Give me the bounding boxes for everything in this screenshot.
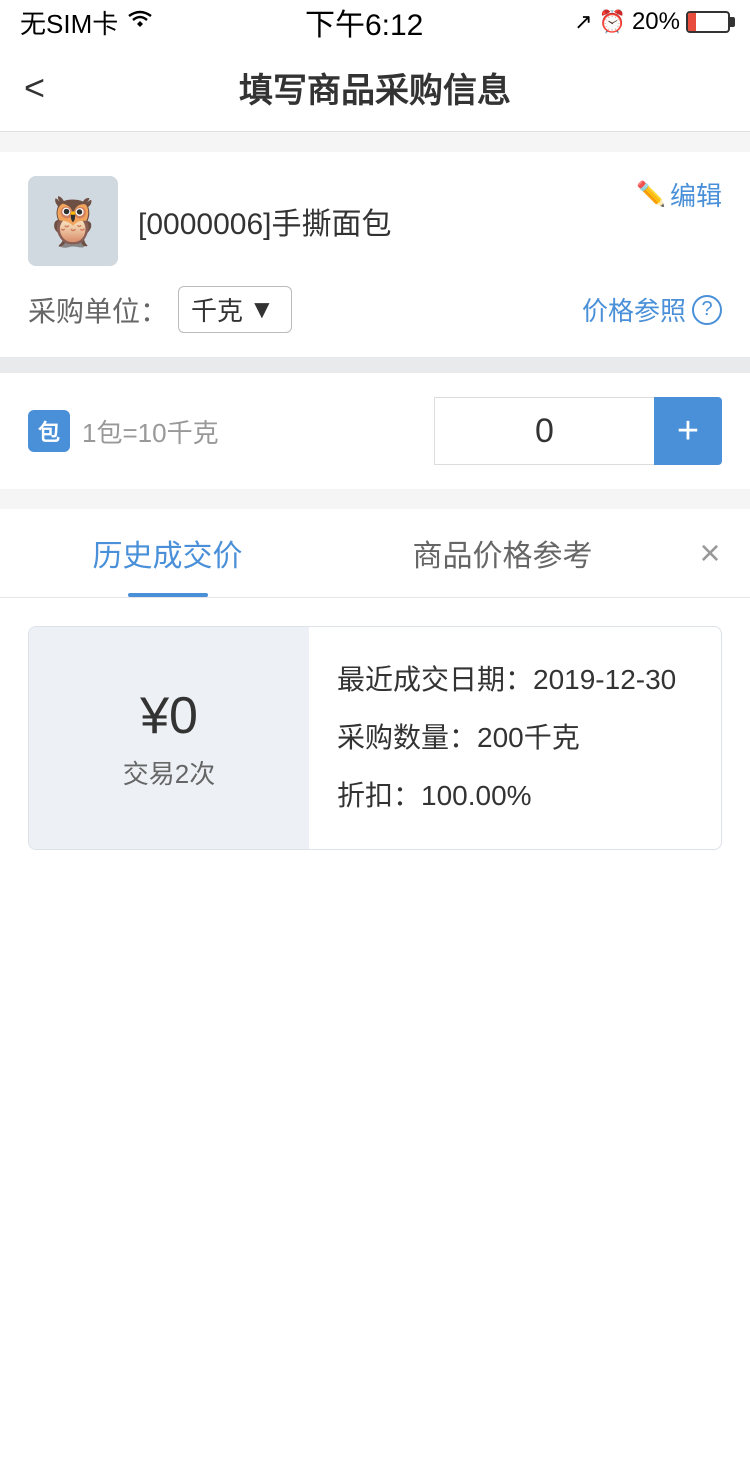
- history-date-row: 最近成交日期：2019-12-30: [337, 659, 693, 701]
- status-bar: 无SIM卡 下午6:12 ↗ ⏰ 20%: [0, 0, 750, 44]
- carrier-text: 无SIM卡: [20, 4, 118, 41]
- section-divider: [0, 357, 750, 373]
- tab-close-button[interactable]: ×: [670, 509, 750, 597]
- unit-dropdown-icon: ▼: [249, 294, 275, 325]
- battery-icon: [686, 11, 730, 33]
- product-section: 🦉 [0000006]手撕面包 ✏️ 编辑 采购单位： 千克 ▼ 价格参照 ?: [0, 152, 750, 357]
- history-transaction-count: 交易2次: [123, 754, 215, 791]
- tab-history-price-label: 历史成交价: [93, 531, 243, 575]
- price-ref-button[interactable]: 价格参照 ?: [582, 291, 722, 328]
- history-card: ¥0 交易2次 最近成交日期：2019-12-30 采购数量：200千克 折扣：…: [28, 626, 722, 850]
- package-icon: 包: [28, 410, 70, 452]
- edit-icon: ✏️: [636, 180, 666, 209]
- unit-convert-info: 1包=10千克: [82, 413, 219, 450]
- history-content: ¥0 交易2次 最近成交日期：2019-12-30 采购数量：200千克 折扣：…: [0, 598, 750, 878]
- nav-bar: < 填写商品采购信息: [0, 44, 750, 132]
- product-name: [0000006]手撕面包: [138, 199, 391, 243]
- history-discount-row: 折扣：100.00%: [337, 775, 693, 817]
- wifi-icon: [126, 7, 154, 38]
- history-quantity-row: 采购数量：200千克: [337, 717, 693, 759]
- battery-percent: 20%: [632, 8, 680, 36]
- tab-product-price-ref[interactable]: 商品价格参考: [335, 509, 670, 597]
- status-time: 下午6:12: [305, 0, 423, 44]
- location-icon: ↗: [574, 9, 592, 35]
- help-icon: ?: [692, 295, 722, 325]
- tabs-header: 历史成交价 商品价格参考 ×: [0, 509, 750, 598]
- quantity-label-group: 包 1包=10千克: [28, 410, 219, 452]
- unit-label: 采购单位：: [28, 290, 168, 330]
- product-logo-icon: 🦉: [43, 193, 103, 250]
- edit-button[interactable]: ✏️ 编辑: [636, 176, 722, 213]
- page-title: 填写商品采购信息: [239, 63, 511, 112]
- history-discount-value: 100.00%: [421, 780, 532, 811]
- product-thumbnail: 🦉: [28, 176, 118, 266]
- unit-left: 采购单位： 千克 ▼: [28, 286, 292, 333]
- history-card-right: 最近成交日期：2019-12-30 采购数量：200千克 折扣：100.00%: [309, 627, 721, 849]
- product-unit-row: 采购单位： 千克 ▼ 价格参照 ?: [28, 286, 722, 333]
- history-card-left: ¥0 交易2次: [29, 627, 309, 849]
- history-price: ¥0: [140, 686, 198, 746]
- quantity-row: 包 1包=10千克 0 +: [0, 373, 750, 489]
- history-discount-label: 折扣：: [337, 780, 421, 811]
- tab-product-price-ref-label: 商品价格参考: [413, 531, 593, 575]
- product-left: 🦉 [0000006]手撕面包: [28, 176, 391, 266]
- quantity-input-group: 0 +: [434, 397, 722, 465]
- history-date-label: 最近成交日期：: [337, 664, 533, 695]
- price-ref-label: 价格参照: [582, 291, 686, 328]
- unit-select[interactable]: 千克 ▼: [178, 286, 292, 333]
- quantity-plus-button[interactable]: +: [654, 397, 722, 465]
- history-date-value: 2019-12-30: [533, 664, 676, 695]
- history-quantity-label: 采购数量：: [337, 722, 477, 753]
- alarm-icon: ⏰: [599, 9, 626, 35]
- quantity-display[interactable]: 0: [434, 397, 654, 465]
- back-button[interactable]: <: [24, 67, 45, 109]
- unit-value: 千克: [191, 291, 243, 328]
- history-quantity-value: 200千克: [477, 722, 580, 753]
- package-label: 包: [38, 415, 60, 447]
- tab-history-price[interactable]: 历史成交价: [0, 509, 335, 597]
- tabs-section: 历史成交价 商品价格参考 × ¥0 交易2次 最近成交日期：2019-12-30…: [0, 509, 750, 878]
- product-header: 🦉 [0000006]手撕面包 ✏️ 编辑: [28, 176, 722, 266]
- status-right: ↗ ⏰ 20%: [574, 8, 730, 36]
- edit-label: 编辑: [670, 176, 722, 213]
- status-left: 无SIM卡: [20, 4, 154, 41]
- bottom-space: [0, 878, 750, 1478]
